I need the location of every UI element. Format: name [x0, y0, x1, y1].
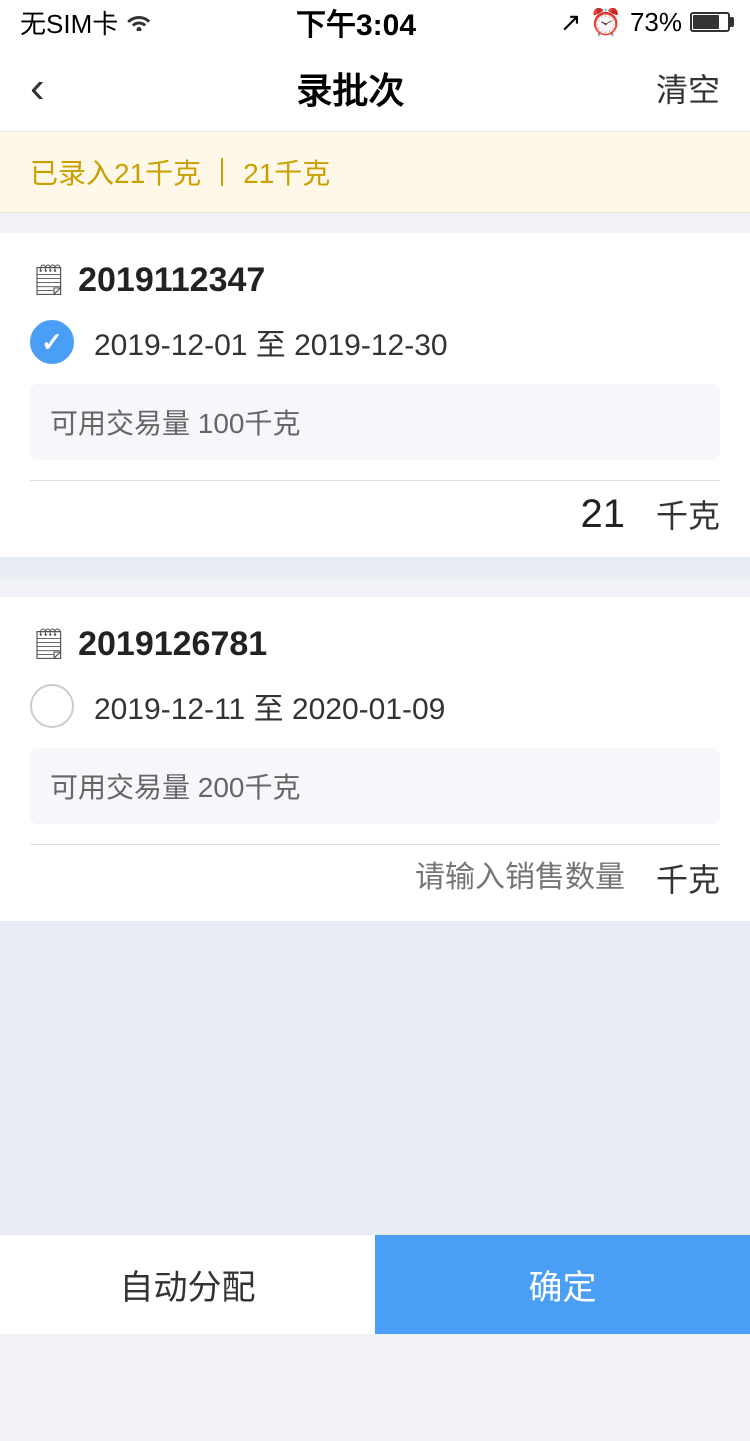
batch2-number: 2019126781	[78, 625, 267, 664]
batch2-date-row[interactable]: 2019-12-11 至 2020-01-09	[0, 674, 750, 738]
auto-distribute-button[interactable]: 自动分配	[0, 1235, 375, 1334]
batch2-quantity-row: 千克	[0, 845, 750, 921]
batch1-unit: 千克	[656, 491, 720, 537]
confirm-button[interactable]: 确定	[375, 1235, 750, 1334]
wifi-icon	[126, 7, 152, 38]
batch1-card: 🗒 2019112347 2019-12-01 至 2019-12-30 可用交…	[0, 233, 750, 557]
batch1-quantity-row: 千克	[0, 481, 750, 557]
batch2-icon: 🗒	[30, 627, 68, 662]
status-left: 无SIM卡	[20, 4, 152, 41]
info-amount: 21千克	[243, 152, 330, 192]
status-right: ↗ ⏰ 73%	[560, 7, 730, 38]
bottom-bar: 自动分配 确定	[0, 1234, 750, 1334]
carrier-text: 无SIM卡	[20, 4, 118, 41]
batch1-radio[interactable]	[30, 320, 74, 364]
batch1-icon: 🗒	[30, 263, 68, 298]
battery-icon	[690, 12, 730, 32]
section-divider	[0, 557, 750, 577]
batch1-date-row[interactable]: 2019-12-01 至 2019-12-30	[0, 310, 750, 374]
info-divider	[221, 158, 223, 186]
batch2-radio[interactable]	[30, 684, 74, 728]
batch2-card: 🗒 2019126781 2019-12-11 至 2020-01-09 可用交…	[0, 597, 750, 921]
batch1-date-range: 2019-12-01 至 2019-12-30	[94, 320, 448, 364]
status-bar: 无SIM卡 下午3:04 ↗ ⏰ 73%	[0, 0, 750, 44]
info-bar: 已录入21千克 21千克	[0, 132, 750, 213]
page-title: 录批次	[296, 62, 404, 114]
batch1-available: 可用交易量 100千克	[30, 384, 720, 460]
batch1-quantity-input[interactable]	[520, 492, 640, 537]
status-time: 下午3:04	[296, 0, 416, 44]
nav-bar: ‹ 录批次 清空	[0, 44, 750, 132]
alarm-icon: ⏰	[590, 7, 622, 38]
batch2-header: 🗒 2019126781	[0, 597, 750, 674]
batch2-unit: 千克	[656, 855, 720, 901]
location-icon: ↗	[560, 7, 582, 38]
clear-button[interactable]: 清空	[656, 65, 720, 111]
back-button[interactable]: ‹	[30, 63, 45, 113]
batch1-header: 🗒 2019112347	[0, 233, 750, 310]
battery-percentage: 73%	[630, 7, 682, 38]
batch2-quantity-input[interactable]	[340, 861, 640, 895]
recorded-label: 已录入21千克	[30, 152, 201, 192]
batch2-date-range: 2019-12-11 至 2020-01-09	[94, 684, 445, 728]
batch1-number: 2019112347	[78, 261, 265, 300]
batch2-available: 可用交易量 200千克	[30, 748, 720, 824]
